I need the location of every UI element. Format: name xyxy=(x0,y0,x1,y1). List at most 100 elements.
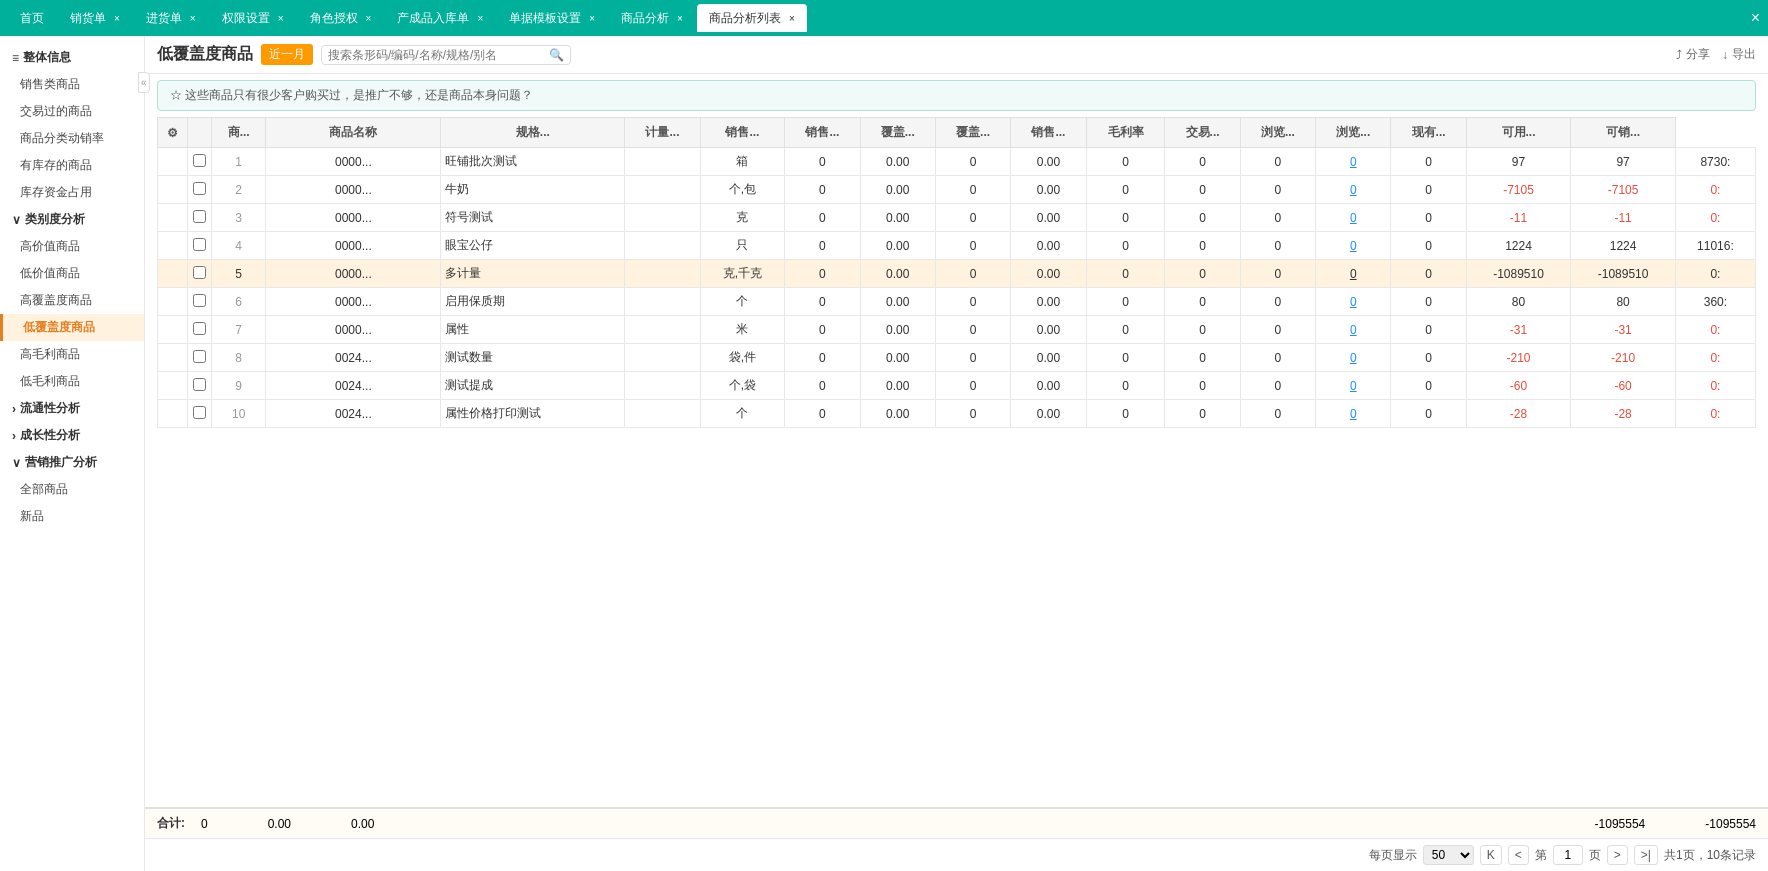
share-icon: ⤴ xyxy=(1676,48,1682,62)
tab-role-close[interactable]: × xyxy=(366,13,372,24)
tab-permission[interactable]: 权限设置 × xyxy=(210,4,296,32)
browse1-col-header[interactable]: 浏览... xyxy=(1240,118,1315,148)
sidebar-marketing-header[interactable]: ∨ 营销推广分析 xyxy=(0,449,144,476)
row-checkbox[interactable] xyxy=(188,400,212,428)
prev-page-button[interactable]: < xyxy=(1508,845,1529,865)
sales-amt-col-header[interactable]: 销售... xyxy=(785,118,860,148)
search-box[interactable]: 🔍 xyxy=(321,45,571,65)
sidebar-collapse-button[interactable]: « xyxy=(138,72,150,93)
sales-count-col-header[interactable]: 销售... xyxy=(1011,118,1086,148)
row-browse1[interactable]: 0 xyxy=(1316,232,1391,260)
unit-col-header[interactable]: 计量... xyxy=(625,118,700,148)
first-page-button[interactable]: K xyxy=(1480,845,1502,865)
row-browse1[interactable]: 0 xyxy=(1316,288,1391,316)
row-browse1[interactable]: 0 xyxy=(1316,148,1391,176)
tab-template[interactable]: 单据模板设置 × xyxy=(497,4,607,32)
sidebar-item-low-margin[interactable]: 低毛利商品 xyxy=(0,368,144,395)
sidebar-item-low-coverage[interactable]: 低覆盖度商品 xyxy=(0,314,144,341)
row-checkbox[interactable] xyxy=(188,316,212,344)
tab-permission-close[interactable]: × xyxy=(278,13,284,24)
sidebar-item-low-value[interactable]: 低价值商品 xyxy=(0,260,144,287)
row-browse1[interactable]: 0 xyxy=(1316,176,1391,204)
sidebar-category-analysis-header[interactable]: ∨ 类别度分析 xyxy=(0,206,144,233)
sidebar-item-all-goods[interactable]: 全部商品 xyxy=(0,476,144,503)
page-number-input[interactable] xyxy=(1553,845,1583,865)
settings-col-header[interactable]: ⚙ xyxy=(158,118,188,148)
tab-template-close[interactable]: × xyxy=(589,13,595,24)
row-spec xyxy=(625,316,700,344)
settings-icon[interactable]: ⚙ xyxy=(167,126,178,140)
row-browse1[interactable]: 0 xyxy=(1316,372,1391,400)
sidebar-item-category-rate[interactable]: 商品分类动销率 xyxy=(0,125,144,152)
tab-analysis-list[interactable]: 商品分析列表 × xyxy=(697,4,807,32)
row-checkbox[interactable] xyxy=(188,344,212,372)
row-browse1[interactable]: 0 xyxy=(1316,400,1391,428)
sidebar-item-high-value[interactable]: 高价值商品 xyxy=(0,233,144,260)
row-checkbox[interactable] xyxy=(188,372,212,400)
sidebar-liquidity-header[interactable]: › 流通性分析 xyxy=(0,395,144,422)
cov2-col-header[interactable]: 覆盖... xyxy=(935,118,1010,148)
search-input[interactable] xyxy=(328,48,549,62)
gross-rate-col-header[interactable]: 毛利率 xyxy=(1086,118,1165,148)
current-stock-col-header[interactable]: 现有... xyxy=(1391,118,1466,148)
tab-analysis-list-label: 商品分析列表 xyxy=(709,10,781,27)
sidebar-growth-header[interactable]: › 成长性分析 xyxy=(0,422,144,449)
sidebar-overall-header[interactable]: ≡ 整体信息 xyxy=(0,44,144,71)
row-browse2: 0 xyxy=(1391,344,1466,372)
code-col-header[interactable]: 商... xyxy=(212,118,266,148)
tab-warehouse-close[interactable]: × xyxy=(477,13,483,24)
per-page-select[interactable]: 50 20 100 xyxy=(1423,845,1474,865)
share-button[interactable]: ⤴ 分享 xyxy=(1676,46,1710,63)
sidebar-item-high-margin[interactable]: 高毛利商品 xyxy=(0,341,144,368)
transaction-col-header[interactable]: 交易... xyxy=(1165,118,1240,148)
sidebar-item-traded-goods[interactable]: 交易过的商品 xyxy=(0,98,144,125)
row-browse1[interactable]: 0 xyxy=(1316,316,1391,344)
sidebar-item-stock-fund[interactable]: 库存资金占用 xyxy=(0,179,144,206)
tab-purchase-close[interactable]: × xyxy=(190,13,196,24)
sidebar-item-sales-goods[interactable]: 销售类商品 xyxy=(0,71,144,98)
tab-sales-close[interactable]: × xyxy=(114,13,120,24)
tab-analysis-close[interactable]: × xyxy=(677,13,683,24)
cov1-col-header[interactable]: 覆盖... xyxy=(860,118,935,148)
row-checkbox[interactable] xyxy=(188,260,212,288)
row-checkbox[interactable] xyxy=(188,176,212,204)
row-browse1[interactable]: 0 xyxy=(1316,204,1391,232)
last-page-button[interactable]: >| xyxy=(1634,845,1658,865)
table-wrapper[interactable]: ⚙ 商... 商品名称 规格... 计量... 销售... 销售... 覆盖..… xyxy=(145,117,1768,807)
sidebar-item-in-stock[interactable]: 有库存的商品 xyxy=(0,152,144,179)
row-sales-count: 0 xyxy=(1086,260,1165,288)
close-all-tabs[interactable]: × xyxy=(1751,9,1760,27)
tab-analysis-list-close[interactable]: × xyxy=(789,13,795,24)
row-checkbox[interactable] xyxy=(188,232,212,260)
tab-analysis[interactable]: 商品分析 × xyxy=(609,4,695,32)
pagination-bar: 每页显示 50 20 100 K < 第 页 > >| 共1页，10条记录 xyxy=(145,838,1768,871)
row-browse1[interactable]: 0 xyxy=(1316,344,1391,372)
sidebar-overall-label: 整体信息 xyxy=(23,49,71,66)
sidebar-item-high-coverage[interactable]: 高覆盖度商品 xyxy=(0,287,144,314)
row-cov1: 0 xyxy=(935,344,1010,372)
tab-sales[interactable]: 销货单 × xyxy=(58,4,132,32)
row-sales-qty: 0 xyxy=(785,260,860,288)
spec-col-header[interactable]: 规格... xyxy=(441,118,625,148)
tab-purchase[interactable]: 进货单 × xyxy=(134,4,208,32)
row-checkbox[interactable] xyxy=(188,288,212,316)
name-col-header[interactable]: 商品名称 xyxy=(266,118,441,148)
row-checkbox[interactable] xyxy=(188,204,212,232)
period-button[interactable]: 近一月 xyxy=(261,44,313,65)
row-browse1[interactable]: 0 xyxy=(1316,260,1391,288)
tab-home[interactable]: 首页 xyxy=(8,4,56,32)
search-icon[interactable]: 🔍 xyxy=(549,48,564,62)
browse2-col-header[interactable]: 浏览... xyxy=(1316,118,1391,148)
export-button[interactable]: ↓ 导出 xyxy=(1722,46,1756,63)
row-checkbox[interactable] xyxy=(188,148,212,176)
row-settings xyxy=(158,232,188,260)
row-sales-count: 0 xyxy=(1086,148,1165,176)
tab-warehouse[interactable]: 产成品入库单 × xyxy=(385,4,495,32)
next-page-button[interactable]: > xyxy=(1607,845,1628,865)
tab-role[interactable]: 角色授权 × xyxy=(298,4,384,32)
sidebar-item-new-goods[interactable]: 新品 xyxy=(0,503,144,530)
row-sales-count: 0 xyxy=(1086,400,1165,428)
sales-qty-col-header[interactable]: 销售... xyxy=(700,118,785,148)
available-col-header[interactable]: 可用... xyxy=(1466,118,1571,148)
saleable-col-header[interactable]: 可销... xyxy=(1571,118,1676,148)
